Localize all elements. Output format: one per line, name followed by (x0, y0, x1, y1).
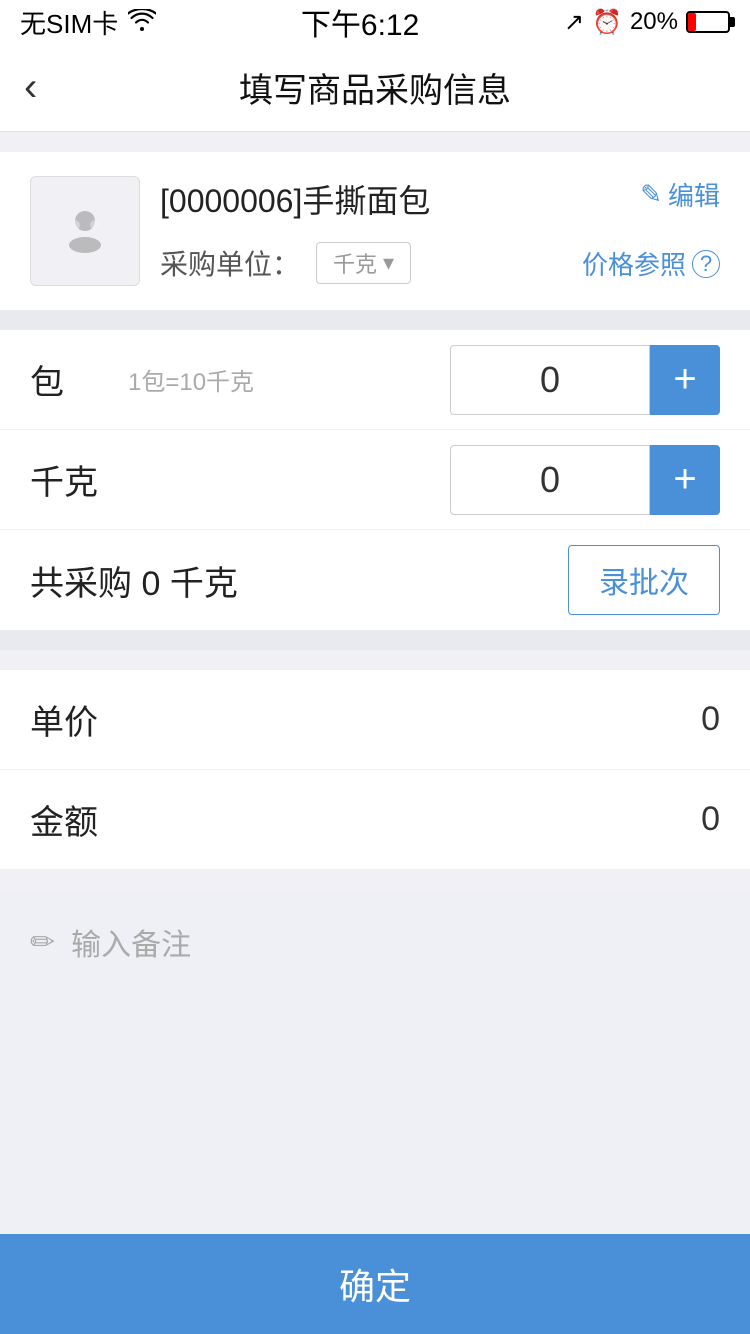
section-divider-2 (0, 630, 750, 650)
kg-input[interactable] (450, 445, 650, 515)
total-amount: 0 (141, 565, 160, 603)
battery-icon (686, 11, 730, 33)
input-section: 包 1包=10千克 + 千克 + (0, 330, 750, 530)
total-unit: 千克 (170, 565, 238, 603)
amount-label: 金额 (30, 795, 98, 844)
total-label: 共采购 0 千克 (30, 556, 238, 605)
pkg-input[interactable] (450, 345, 650, 415)
carrier-label: 无SIM卡 (20, 4, 118, 41)
remark-section[interactable]: ✏ 输入备注 (0, 890, 750, 994)
status-left: 无SIM卡 (20, 4, 156, 41)
price-ref-label: 价格参照 (582, 245, 686, 282)
alarm-icon: ⏰ (592, 8, 622, 37)
pkg-control: + (450, 345, 720, 415)
price-ref-button[interactable]: 价格参照 ? (582, 245, 720, 282)
chevron-down-icon: ▾ (383, 250, 394, 276)
kg-label: 千克 (30, 455, 120, 504)
status-time: 下午6:12 (301, 0, 419, 44)
pencil-icon: ✏ (30, 925, 55, 960)
unit-value: 千克 (333, 247, 377, 279)
page-title: 填写商品采购信息 (239, 63, 511, 112)
price-row: 单价 0 (0, 670, 750, 770)
remark-placeholder: 输入备注 (71, 920, 191, 964)
product-card: [0000006]手撕面包 采购单位： 千克 ▾ ✎ 编辑 价格参照 ? (0, 152, 750, 310)
back-button[interactable]: ‹ (24, 65, 37, 110)
edit-icon: ✎ (640, 179, 662, 210)
total-row: 共采购 0 千克 录批次 (0, 530, 750, 630)
confirm-button[interactable]: 确定 (0, 1234, 750, 1334)
kg-row: 千克 + (0, 430, 750, 530)
amount-value: 0 (701, 800, 720, 839)
pkg-label: 包 (30, 355, 120, 404)
battery-pct: 20% (630, 8, 678, 36)
status-bar: 无SIM卡 下午6:12 ↗ ⏰ 20% (0, 0, 750, 44)
kg-control: + (450, 445, 720, 515)
wifi-icon (128, 7, 156, 38)
product-name: [0000006]手撕面包 (160, 176, 720, 222)
kg-plus-button[interactable]: + (650, 445, 720, 515)
edit-label: 编辑 (668, 176, 720, 213)
pkg-row: 包 1包=10千克 + (0, 330, 750, 430)
unit-label: 采购单位： (160, 243, 300, 283)
product-image (30, 176, 140, 286)
amount-row: 金额 0 (0, 770, 750, 870)
help-icon: ? (692, 250, 720, 278)
info-section: 单价 0 金额 0 (0, 670, 750, 870)
navigation-icon: ↗ (564, 8, 584, 37)
status-right: ↗ ⏰ 20% (564, 8, 730, 37)
price-value: 0 (701, 700, 720, 739)
batch-button[interactable]: 录批次 (568, 545, 720, 615)
price-label: 单价 (30, 695, 98, 744)
pkg-sub-label: 1包=10千克 (128, 362, 450, 397)
unit-select[interactable]: 千克 ▾ (316, 242, 411, 284)
pkg-plus-button[interactable]: + (650, 345, 720, 415)
edit-button[interactable]: ✎ 编辑 (640, 176, 720, 213)
section-divider-1 (0, 310, 750, 330)
nav-bar: ‹ 填写商品采购信息 (0, 44, 750, 132)
